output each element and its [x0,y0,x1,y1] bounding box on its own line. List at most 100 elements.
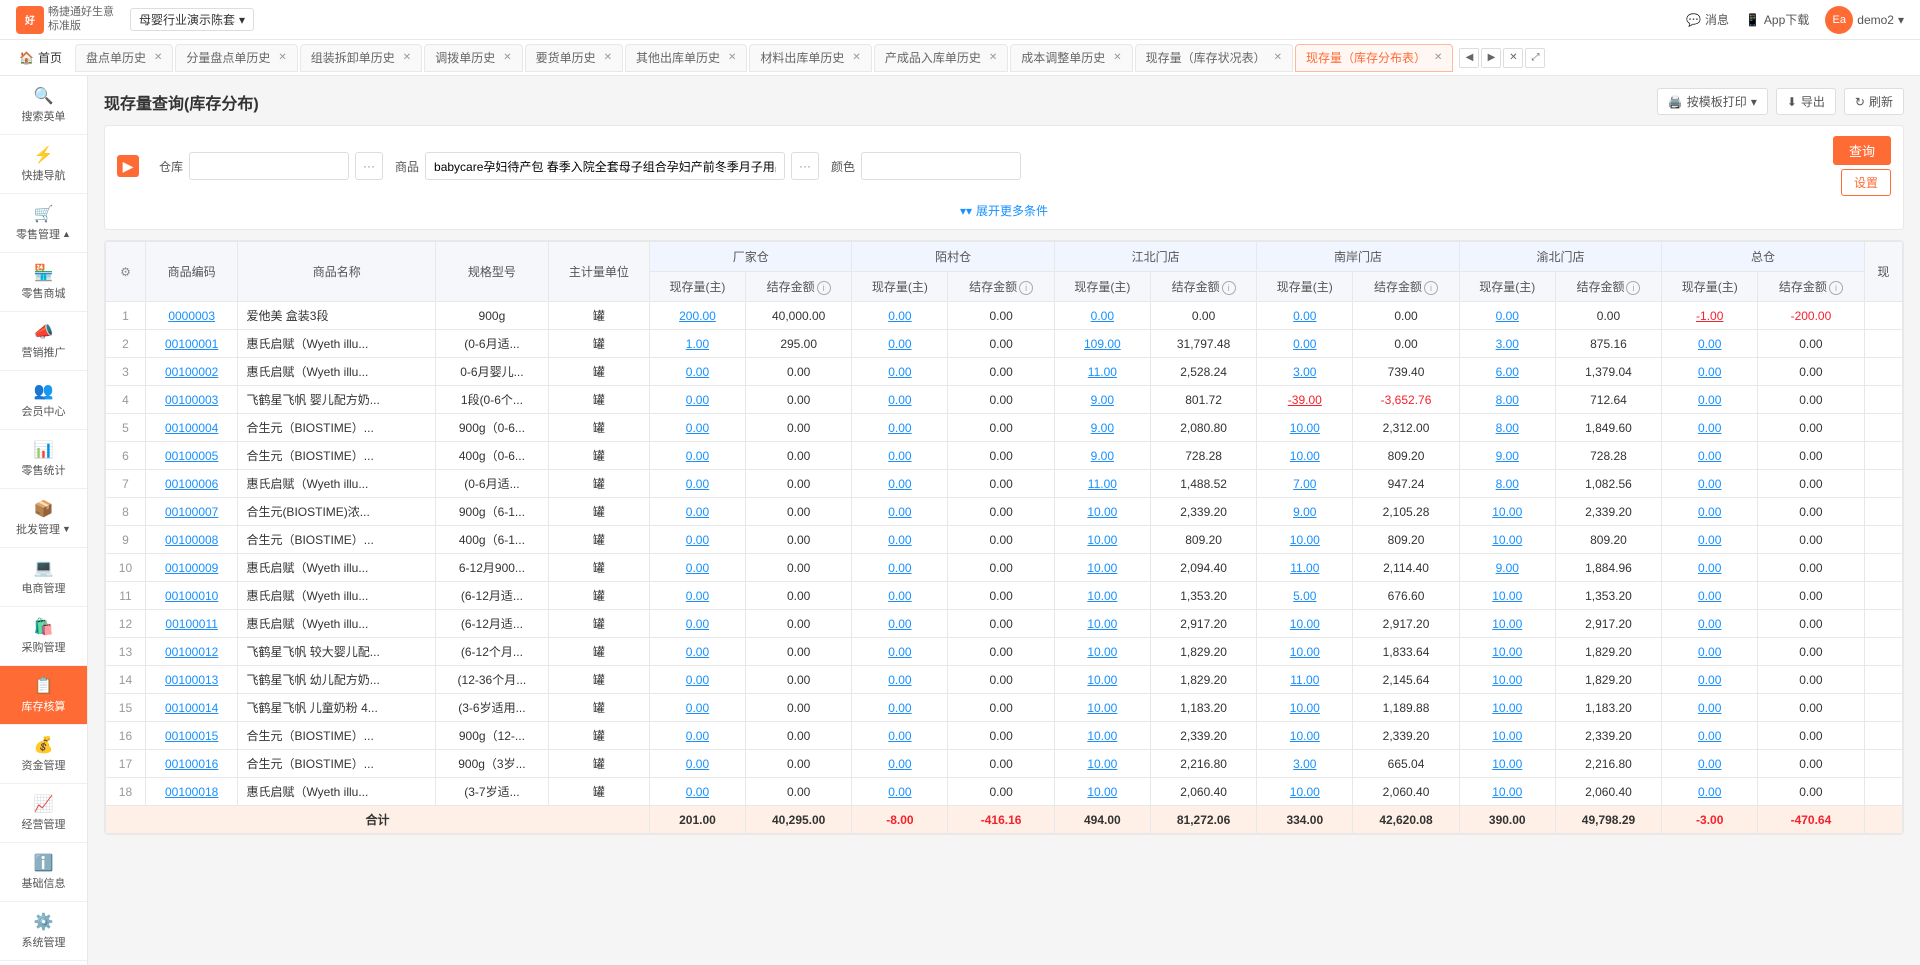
row-jb-qty[interactable]: 10.00 [1054,722,1150,750]
sidebar-item-inventory[interactable]: 📋 库存核算 [0,666,87,725]
row-mc-qty[interactable]: 0.00 [852,638,948,666]
tab-cailiao[interactable]: 材料出库单历史 ✕ [749,44,871,72]
row-cj-qty[interactable]: 0.00 [649,414,745,442]
row-yb-qty[interactable]: 10.00 [1459,666,1555,694]
sidebar-item-search[interactable]: 🔍 搜索英单 [0,76,87,135]
row-yb-qty[interactable]: 10.00 [1459,498,1555,526]
row-mc-qty[interactable]: 0.00 [852,358,948,386]
industry-dropdown[interactable]: 母婴行业演示陈套 ▾ [130,8,254,31]
nav-prev-btn[interactable]: ◀ [1459,48,1479,68]
row-mc-qty[interactable]: 0.00 [852,778,948,806]
info-icon-4[interactable]: i [1424,281,1438,295]
row-na-qty[interactable]: 10.00 [1257,526,1353,554]
row-jb-qty[interactable]: 10.00 [1054,778,1150,806]
warehouse-input[interactable] [189,152,349,180]
tab-qitachuku[interactable]: 其他出库单历史 ✕ [625,44,747,72]
nav-expand-btn[interactable]: ⤢ [1525,48,1545,68]
tab-xiancun-fenbue[interactable]: 现存量（库存分布表） ✕ [1295,44,1453,72]
th-settings[interactable]: ⚙ [106,242,146,302]
export-btn[interactable]: ⬇ 导出 [1776,88,1836,115]
user-menu[interactable]: Ea demo2 ▾ [1825,6,1904,34]
tab-chanpin[interactable]: 产成品入库单历史 ✕ [874,44,1008,72]
row-mc-qty[interactable]: 0.00 [852,386,948,414]
row-mc-qty[interactable]: 0.00 [852,554,948,582]
row-mc-qty[interactable]: 0.00 [852,498,948,526]
row-yb-qty[interactable]: 8.00 [1459,414,1555,442]
sidebar-item-operation[interactable]: 📈 经营管理 [0,784,87,843]
sidebar-item-wholesale[interactable]: 📦 批发管理 ▼ [0,489,87,548]
row-cj-qty[interactable]: 0.00 [649,498,745,526]
row-jb-qty[interactable]: 10.00 [1054,610,1150,638]
row-cj-qty[interactable]: 0.00 [649,358,745,386]
row-yb-qty[interactable]: 8.00 [1459,470,1555,498]
goods-more-btn[interactable]: ··· [791,152,819,180]
info-icon-1[interactable]: i [817,281,831,295]
message-btn[interactable]: 💬 消息 [1686,11,1729,28]
row-na-qty[interactable]: 11.00 [1257,554,1353,582]
tab-close-11[interactable]: ✕ [1434,52,1442,63]
row-zc-qty[interactable]: 0.00 [1662,582,1758,610]
row-na-qty[interactable]: 3.00 [1257,358,1353,386]
sidebar-item-system[interactable]: ⚙️ 系统管理 [0,902,87,961]
info-icon-5[interactable]: i [1626,281,1640,295]
row-na-qty[interactable]: 3.00 [1257,750,1353,778]
row-cj-qty[interactable]: 1.00 [649,330,745,358]
row-zc-qty[interactable]: 0.00 [1662,358,1758,386]
row-mc-qty[interactable]: 0.00 [852,582,948,610]
row-na-qty[interactable]: 0.00 [1257,330,1353,358]
row-zc-qty[interactable]: 0.00 [1662,414,1758,442]
row-yb-qty[interactable]: 10.00 [1459,722,1555,750]
row-na-qty[interactable]: 7.00 [1257,470,1353,498]
row-cj-qty[interactable]: 0.00 [649,554,745,582]
row-jb-qty[interactable]: 10.00 [1054,554,1150,582]
sidebar-item-finance[interactable]: 💰 资金管理 [0,725,87,784]
tab-close-5[interactable]: ✕ [604,52,612,63]
row-jb-qty[interactable]: 9.00 [1054,442,1150,470]
tab-zuzhuang[interactable]: 组装拆卸单历史 ✕ [300,44,422,72]
row-na-qty[interactable]: 10.00 [1257,694,1353,722]
column-settings-icon[interactable]: ⚙ [120,265,131,279]
row-zc-qty[interactable]: 0.00 [1662,610,1758,638]
row-na-qty[interactable]: 0.00 [1257,302,1353,330]
row-zc-qty[interactable]: -1.00 [1662,302,1758,330]
row-mc-qty[interactable]: 0.00 [852,722,948,750]
settings-btn[interactable]: 设置 [1841,169,1891,196]
row-jb-qty[interactable]: 9.00 [1054,386,1150,414]
tab-close-8[interactable]: ✕ [989,52,997,63]
row-zc-qty[interactable]: 0.00 [1662,778,1758,806]
tab-fenpandian[interactable]: 分量盘点单历史 ✕ [175,44,297,72]
row-na-qty[interactable]: 10.00 [1257,442,1353,470]
row-mc-qty[interactable]: 0.00 [852,610,948,638]
row-jb-qty[interactable]: 0.00 [1054,302,1150,330]
row-cj-qty[interactable]: 0.00 [649,526,745,554]
sidebar-item-retail[interactable]: 🛒 零售管理 ▲ [0,194,87,253]
tab-close-7[interactable]: ✕ [852,52,860,63]
color-input[interactable] [861,152,1021,180]
row-cj-qty[interactable]: 0.00 [649,582,745,610]
tab-close-9[interactable]: ✕ [1113,52,1121,63]
row-cj-qty[interactable]: 0.00 [649,778,745,806]
toggle-btn[interactable]: ▶ [117,155,139,177]
row-yb-qty[interactable]: 8.00 [1459,386,1555,414]
row-mc-qty[interactable]: 0.00 [852,442,948,470]
sidebar-item-ecommerce[interactable]: 💻 电商管理 [0,548,87,607]
tab-pandian[interactable]: 盘点单历史 ✕ [75,44,173,72]
tab-yaohuo[interactable]: 要货单历史 ✕ [525,44,623,72]
info-icon-6[interactable]: i [1829,281,1843,295]
row-zc-qty[interactable]: 0.00 [1662,638,1758,666]
row-cj-qty[interactable]: 0.00 [649,610,745,638]
row-cj-qty[interactable]: 200.00 [649,302,745,330]
row-na-qty[interactable]: 5.00 [1257,582,1353,610]
goods-input[interactable] [425,152,785,180]
tab-xiancun-kuangkuang[interactable]: 现存量（库存状况表） ✕ [1135,44,1293,72]
row-na-qty[interactable]: 9.00 [1257,498,1353,526]
row-zc-qty[interactable]: 0.00 [1662,694,1758,722]
row-zc-qty[interactable]: 0.00 [1662,666,1758,694]
app-download-btn[interactable]: 📱 App下载 [1745,11,1809,28]
tab-close-2[interactable]: ✕ [278,52,286,63]
tab-chengben[interactable]: 成本调整单历史 ✕ [1010,44,1132,72]
row-mc-qty[interactable]: 0.00 [852,750,948,778]
row-cj-qty[interactable]: 0.00 [649,442,745,470]
row-yb-qty[interactable]: 10.00 [1459,610,1555,638]
row-na-qty[interactable]: 10.00 [1257,722,1353,750]
